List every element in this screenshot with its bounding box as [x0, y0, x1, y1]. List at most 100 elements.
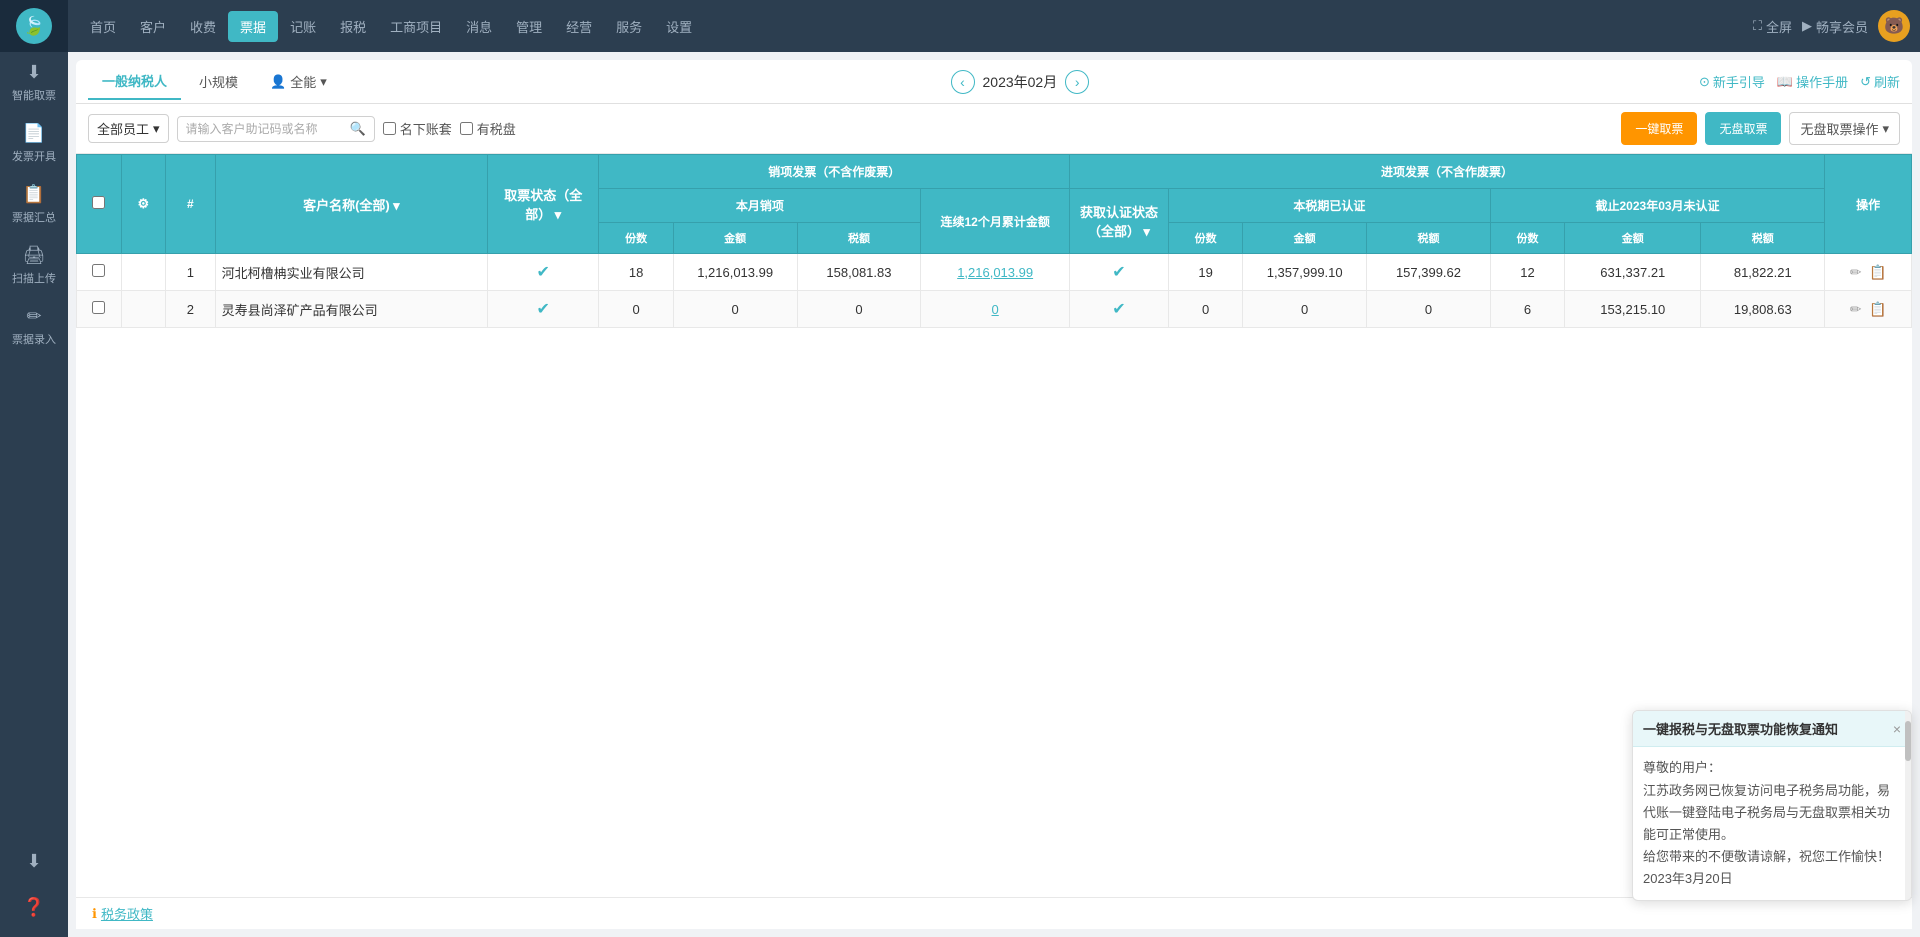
member-btn[interactable]: ▶ 畅享会员: [1802, 17, 1868, 36]
checkbox-tax-label[interactable]: 有税盘: [460, 119, 516, 138]
nav-customer[interactable]: 客户: [128, 11, 178, 42]
status-check-icon: ✔: [537, 301, 550, 318]
tab-general[interactable]: 一般纳税人: [88, 63, 181, 100]
refresh-link[interactable]: ↺ 刷新: [1860, 72, 1900, 91]
col-customer-header: 客户名称(全部) ▾: [215, 155, 487, 254]
sidebar-help-btn[interactable]: ❓: [0, 887, 68, 927]
fullscreen-btn[interactable]: ⛶ 全屏: [1753, 17, 1792, 36]
info-icon: ℹ: [92, 906, 97, 922]
nav-receivable[interactable]: 收费: [178, 11, 228, 42]
month-sales-header: 本月销项: [599, 189, 921, 223]
select-all-checkbox[interactable]: [92, 196, 105, 209]
tax-policy-link[interactable]: 税务政策: [101, 904, 153, 923]
nav-service[interactable]: 服务: [604, 11, 654, 42]
notification-close-btn[interactable]: ×: [1893, 721, 1901, 737]
sidebar-item-scan-upload[interactable]: 🖨 扫描上传: [0, 235, 68, 296]
col-period-tax-header: 税额: [1367, 223, 1491, 254]
col-action-header: 操作: [1825, 155, 1912, 254]
row-period-amount: 1,357,999.10: [1243, 254, 1367, 291]
sidebar-item-smart-fetch-label: 智能取票: [12, 87, 56, 103]
row-nv-amount: 631,337.21: [1565, 254, 1701, 291]
no-disk-ops-btn[interactable]: 无盘取票操作 ▾: [1789, 112, 1900, 145]
row-nv-count: 6: [1490, 291, 1564, 328]
cumulative-header: 连续12个月累计金额: [921, 189, 1070, 254]
settings-icon[interactable]: ⚙: [138, 196, 150, 211]
no-disk-fetch-btn[interactable]: 无盘取票: [1705, 112, 1781, 145]
checkbox-xia[interactable]: [383, 122, 396, 135]
manual-link[interactable]: 📖 操作手册: [1777, 72, 1848, 91]
tab-right: ⊙ 新手引导 📖 操作手册 ↺ 刷新: [1699, 72, 1900, 91]
tab-date: 2023年02月: [983, 72, 1058, 92]
row-checkbox-cell[interactable]: [77, 291, 122, 328]
row-customer: 灵寿县尚泽矿产品有限公司: [215, 291, 487, 328]
next-month-btn[interactable]: ›: [1065, 70, 1089, 94]
row-verify-status: ✔: [1069, 254, 1168, 291]
nav-management[interactable]: 管理: [504, 11, 554, 42]
chevron-down-icon: ▾: [1882, 121, 1889, 137]
fullscreen-icon: ⛶: [1753, 18, 1762, 34]
avatar[interactable]: 🐻: [1878, 10, 1910, 42]
filter-icon[interactable]: ▾: [555, 207, 562, 222]
row-actions-cell: [121, 291, 166, 328]
sidebar-item-smart-fetch[interactable]: ⬇ 智能取票: [0, 52, 68, 113]
view-icon[interactable]: 📋: [1869, 264, 1886, 280]
row-period-tax: 0: [1367, 291, 1491, 328]
filter-icon[interactable]: ▾: [1143, 224, 1150, 239]
scroll-bar[interactable]: [1905, 711, 1911, 900]
not-verified-header: 截止2023年03月未认证: [1490, 189, 1824, 223]
checkbox-tax[interactable]: [460, 122, 473, 135]
nav-operation[interactable]: 经营: [554, 11, 604, 42]
nav-settings[interactable]: 设置: [654, 11, 704, 42]
new-guide-link[interactable]: ⊙ 新手引导: [1699, 72, 1765, 91]
sidebar-download-btn[interactable]: ⬇: [0, 841, 68, 881]
cumulative-link[interactable]: 0: [992, 302, 999, 317]
issue-invoice-icon: 📄: [23, 123, 45, 144]
nav-tax[interactable]: 报税: [328, 11, 378, 42]
sidebar-item-scan-upload-label: 扫描上传: [12, 270, 56, 286]
row-checkbox-cell[interactable]: [77, 254, 122, 291]
row-period-count: 0: [1168, 291, 1242, 328]
sidebar-item-issue-invoice[interactable]: 📄 发票开具: [0, 113, 68, 174]
employee-select[interactable]: 全部员工 ▾: [88, 114, 169, 143]
period-verified-header: 本税期已认证: [1168, 189, 1490, 223]
row-month-count: 0: [599, 291, 673, 328]
nav-message[interactable]: 消息: [454, 11, 504, 42]
refresh-icon: ↺: [1860, 74, 1871, 90]
notification-header: 一键报税与无盘取票功能恢复通知 ×: [1633, 711, 1911, 747]
sales-header: 销项发票（不含作废票）: [599, 155, 1069, 189]
search-icon[interactable]: 🔍: [350, 121, 366, 137]
nav-industry[interactable]: 工商项目: [378, 11, 454, 42]
row-nv-tax: 81,822.21: [1701, 254, 1825, 291]
cumulative-link[interactable]: 1,216,013.99: [957, 265, 1033, 280]
guide-icon: ⊙: [1699, 74, 1710, 90]
row-cumulative: 1,216,013.99: [921, 254, 1070, 291]
row-month-amount: 1,216,013.99: [673, 254, 797, 291]
edit-icon[interactable]: ✏: [1850, 301, 1862, 317]
tab-small[interactable]: 小规模: [185, 64, 252, 99]
topnav-right: ⛶ 全屏 ▶ 畅享会员 🐻: [1753, 10, 1910, 42]
nav-home[interactable]: 首页: [78, 11, 128, 42]
edit-icon[interactable]: ✏: [1850, 264, 1862, 280]
view-icon[interactable]: 📋: [1869, 301, 1886, 317]
sidebar-bottom: ⬇ ❓: [0, 841, 68, 937]
filter-icon[interactable]: ▾: [393, 198, 400, 213]
row-checkbox[interactable]: [92, 301, 105, 314]
nav-bookkeeping[interactable]: 记账: [278, 11, 328, 42]
row-checkbox[interactable]: [92, 264, 105, 277]
sidebar-item-data-entry[interactable]: ✏ 票据录入: [0, 296, 68, 357]
verify-status-header: 获取认证状态（全部） ▾: [1069, 189, 1168, 254]
tab-all[interactable]: 👤 全能 ▾: [256, 64, 341, 99]
prev-month-btn[interactable]: ‹: [951, 70, 975, 94]
row-nv-amount: 153,215.10: [1565, 291, 1701, 328]
col-num-header: #: [166, 155, 216, 254]
notification-text: 尊敬的用户：江苏政务网已恢复访问电子税务局功能，易代账一键登陆电子税务局与无盘取…: [1643, 757, 1901, 890]
status-check-icon: ✔: [537, 264, 550, 281]
table-row: 2 灵寿县尚泽矿产品有限公司 ✔ 0 0 0 0 ✔ 0 0 0 6 153,2…: [77, 291, 1912, 328]
fetch-btn[interactable]: 一键取票: [1621, 112, 1697, 145]
search-input[interactable]: [186, 122, 346, 136]
toolbar: 全部员工 ▾ 🔍 名下账套 有税盘 一键取票 无盘取票 无盘取票操作 ▾: [76, 104, 1912, 154]
nav-invoice[interactable]: 票据: [228, 11, 278, 42]
sidebar-item-invoice-summary[interactable]: 📋 票据汇总: [0, 174, 68, 235]
checkbox-xia-label[interactable]: 名下账套: [383, 119, 452, 138]
col-period-count-header: 份数: [1168, 223, 1242, 254]
